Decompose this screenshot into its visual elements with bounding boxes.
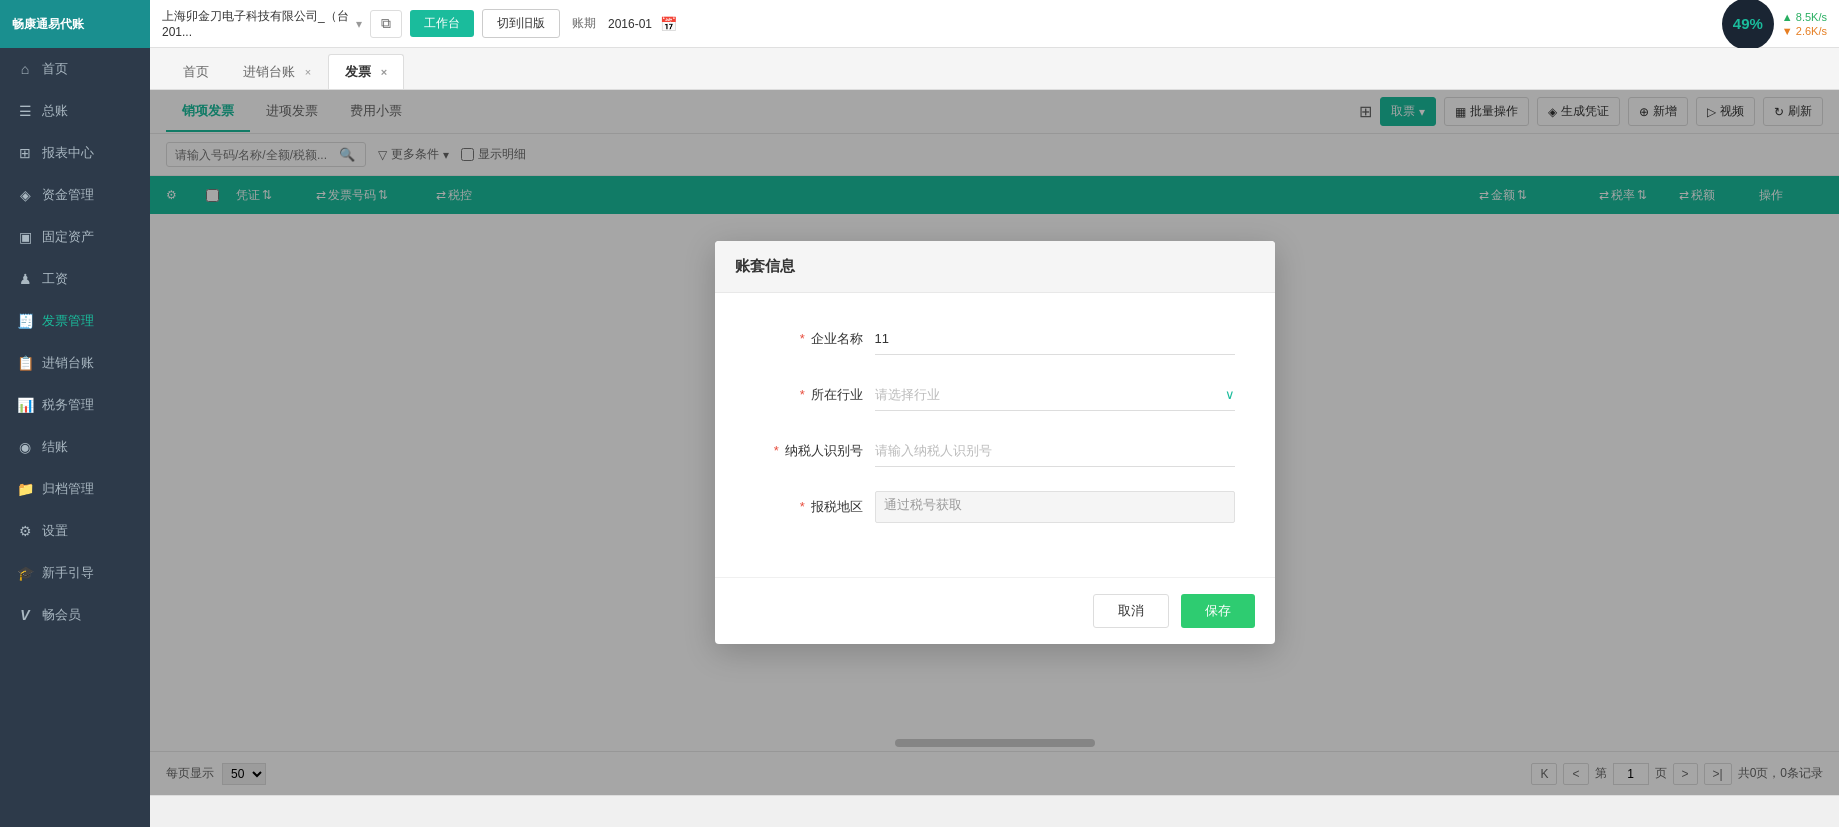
form-row-company-name: * 企业名称 <box>755 323 1235 355</box>
sidebar-item-label: 发票管理 <box>42 312 94 330</box>
topbar: 上海卯金刀电子科技有限公司_（台201... ▾ ⧉ 工作台 切到旧版 账期 2… <box>150 0 1839 48</box>
sidebar-item-label: 报表中心 <box>42 144 94 162</box>
salary-icon: ♟ <box>16 271 34 287</box>
old-version-button[interactable]: 切到旧版 <box>482 9 560 38</box>
assets-icon: ▣ <box>16 229 34 245</box>
sidebar-item-label: 固定资产 <box>42 228 94 246</box>
sidebar-item-label: 新手引导 <box>42 564 94 582</box>
purchase-sale-icon: 📋 <box>16 355 34 371</box>
invoice-icon: 🧾 <box>16 313 34 329</box>
company-dropdown-arrow[interactable]: ▾ <box>356 17 362 31</box>
sidebar-item-reports[interactable]: ⊞ 报表中心 <box>0 132 150 174</box>
close-purchase-sale-tab[interactable]: × <box>305 66 311 78</box>
topbar-right: 49% ▲ 8.5K/s ▼ 2.6K/s <box>1722 0 1827 50</box>
tab-home[interactable]: 首页 <box>166 54 226 89</box>
cancel-button[interactable]: 取消 <box>1093 594 1169 628</box>
industry-select[interactable]: 请选择行业 ∨ <box>875 379 1235 411</box>
sidebar: 畅康通易代账 ⌂ 首页 ☰ 总账 ⊞ 报表中心 ◈ 资金管理 ▣ 固定资产 ♟ … <box>0 0 150 827</box>
sidebar-item-guide[interactable]: 🎓 新手引导 <box>0 552 150 594</box>
sidebar-item-member[interactable]: V 畅会员 <box>0 594 150 636</box>
settings-icon: ⚙ <box>16 523 34 539</box>
industry-dropdown-arrow: ∨ <box>1225 387 1235 402</box>
main-area: 上海卯金刀电子科技有限公司_（台201... ▾ ⧉ 工作台 切到旧版 账期 2… <box>150 0 1839 827</box>
form-row-tax-id: * 纳税人识别号 <box>755 435 1235 467</box>
account-info-modal: 账套信息 * 企业名称 * 所在行业 <box>715 241 1275 644</box>
form-row-industry: * 所在行业 请选择行业 ∨ <box>755 379 1235 411</box>
tax-region-label: * 报税地区 <box>755 498 875 516</box>
tab-purchase-sale[interactable]: 进销台账 × <box>226 54 328 89</box>
save-button[interactable]: 保存 <box>1181 594 1255 628</box>
sidebar-item-label: 畅会员 <box>42 606 81 624</box>
modal-footer: 取消 保存 <box>715 577 1275 644</box>
member-icon: V <box>16 607 34 623</box>
modal-title: 账套信息 <box>715 241 1275 293</box>
sidebar-item-archive[interactable]: 📁 归档管理 <box>0 468 150 510</box>
app-logo: 畅康通易代账 <box>0 0 150 48</box>
tax-region-field: 通过税号获取 <box>875 491 1235 523</box>
copy-icon: ⧉ <box>381 15 391 32</box>
tabs-bar: 首页 进销台账 × 发票 × <box>150 48 1839 90</box>
modal-body: * 企业名称 * 所在行业 请选择行业 ∨ <box>715 293 1275 577</box>
tax-id-label: * 纳税人识别号 <box>755 442 875 460</box>
percent-badge: 49% <box>1722 0 1774 50</box>
sidebar-item-label: 税务管理 <box>42 396 94 414</box>
industry-placeholder: 请选择行业 <box>875 386 940 404</box>
company-selector[interactable]: 上海卯金刀电子科技有限公司_（台201... ▾ <box>162 8 362 39</box>
company-name: 上海卯金刀电子科技有限公司_（台201... <box>162 8 352 39</box>
sidebar-item-label: 归档管理 <box>42 480 94 498</box>
archive-icon: 📁 <box>16 481 34 497</box>
home-icon: ⌂ <box>16 61 34 77</box>
sidebar-item-label: 设置 <box>42 522 68 540</box>
sidebar-item-finance[interactable]: ◈ 资金管理 <box>0 174 150 216</box>
company-name-input[interactable] <box>875 323 1235 355</box>
sidebar-item-settings[interactable]: ⚙ 设置 <box>0 510 150 552</box>
sidebar-item-assets[interactable]: ▣ 固定资产 <box>0 216 150 258</box>
sidebar-item-tax[interactable]: 📊 税务管理 <box>0 384 150 426</box>
settlement-icon: ◉ <box>16 439 34 455</box>
sidebar-item-salary[interactable]: ♟ 工资 <box>0 258 150 300</box>
sidebar-item-settlement[interactable]: ◉ 结账 <box>0 426 150 468</box>
period-label: 账期 <box>572 15 596 32</box>
finance-icon: ◈ <box>16 187 34 203</box>
sidebar-item-label: 工资 <box>42 270 68 288</box>
sidebar-item-label: 进销台账 <box>42 354 94 372</box>
workspace-button[interactable]: 工作台 <box>410 10 474 37</box>
sidebar-item-purchase-sale[interactable]: 📋 进销台账 <box>0 342 150 384</box>
company-name-label: * 企业名称 <box>755 330 875 348</box>
tab-invoice[interactable]: 发票 × <box>328 54 404 89</box>
content-area: 销项发票 进项发票 费用小票 ⊞ 取票 ▾ ▦ 批量操作 ◈ <box>150 90 1839 795</box>
reports-icon: ⊞ <box>16 145 34 161</box>
modal-overlay: 账套信息 * 企业名称 * 所在行业 <box>150 90 1839 795</box>
copy-button[interactable]: ⧉ <box>370 10 402 38</box>
bottom-bar <box>150 795 1839 827</box>
close-invoice-tab[interactable]: × <box>381 66 387 78</box>
sidebar-item-label: 结账 <box>42 438 68 456</box>
tax-id-input[interactable] <box>875 435 1235 467</box>
guide-icon: 🎓 <box>16 565 34 581</box>
calendar-icon[interactable]: 📅 <box>660 16 677 32</box>
sidebar-item-ledger[interactable]: ☰ 总账 <box>0 90 150 132</box>
sidebar-item-label: 总账 <box>42 102 68 120</box>
period-value: 2016-01 <box>608 17 652 31</box>
sidebar-item-label: 资金管理 <box>42 186 94 204</box>
industry-label: * 所在行业 <box>755 386 875 404</box>
sidebar-item-home[interactable]: ⌂ 首页 <box>0 48 150 90</box>
tax-icon: 📊 <box>16 397 34 413</box>
ledger-icon: ☰ <box>16 103 34 119</box>
sidebar-item-invoice[interactable]: 🧾 发票管理 <box>0 300 150 342</box>
form-row-tax-region: * 报税地区 通过税号获取 <box>755 491 1235 523</box>
speed-info: ▲ 8.5K/s ▼ 2.6K/s <box>1782 11 1827 37</box>
sidebar-item-label: 首页 <box>42 60 68 78</box>
